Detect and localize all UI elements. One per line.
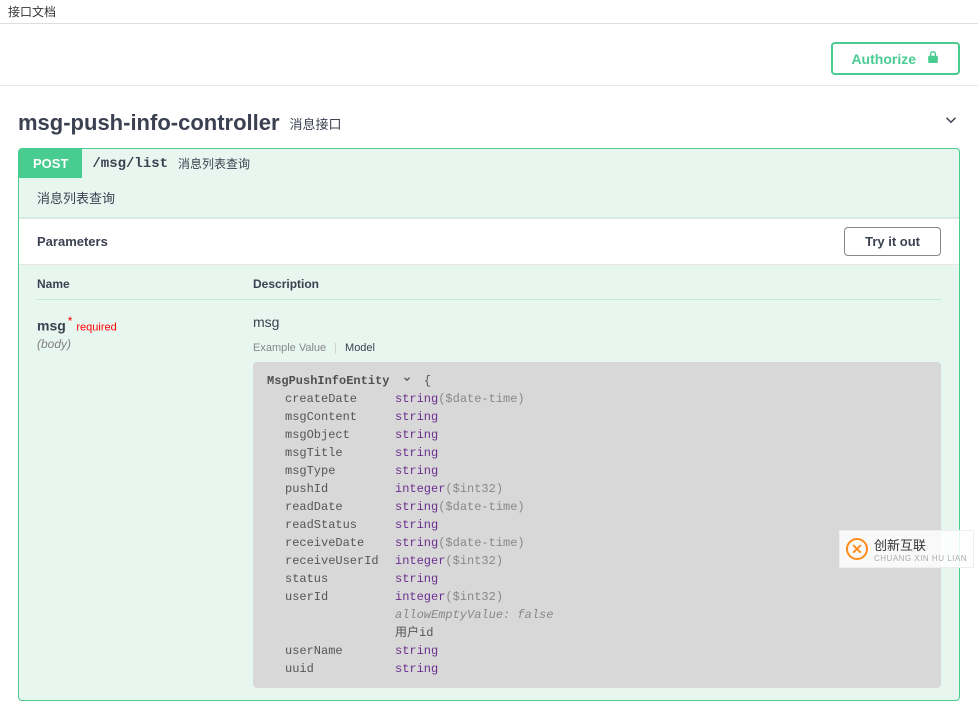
model-prop-row: readDatestring($date-time) xyxy=(267,498,927,516)
model-prop-key: userName xyxy=(285,642,395,660)
model-prop-row: userIdinteger($int32) xyxy=(267,588,927,606)
model-prop-type: string xyxy=(395,570,438,588)
model-prop-row: pushIdinteger($int32) xyxy=(267,480,927,498)
model-prop-type: integer xyxy=(395,552,445,570)
param-desc-text: msg xyxy=(253,314,941,330)
watermark-text: 创新互联 xyxy=(874,535,967,554)
authorize-label: Authorize xyxy=(851,51,916,67)
model-prop-type: string xyxy=(395,462,438,480)
open-brace: { xyxy=(424,374,431,388)
model-prop-type: string xyxy=(395,390,438,408)
model-prop-format: ($date-time) xyxy=(438,534,524,552)
param-header-row: Name Description xyxy=(37,277,941,300)
watermark-text-wrap: 创新互联 CHUANG XIN HU LIAN xyxy=(874,535,967,563)
operation-description: 消息列表查询 xyxy=(19,178,959,218)
model-prop-row: statusstring xyxy=(267,570,927,588)
model-prop-row: msgTitlestring xyxy=(267,444,927,462)
model-prop-key: userId xyxy=(285,588,395,606)
model-prop-format: ($date-time) xyxy=(438,498,524,516)
model-prop-type: string xyxy=(395,660,438,678)
model-box: MsgPushInfoEntity { createDatestring($da… xyxy=(253,362,941,688)
model-prop-key: receiveDate xyxy=(285,534,395,552)
model-prop-key: createDate xyxy=(285,390,395,408)
model-prop-row: uuidstring xyxy=(267,660,927,678)
model-prop-key: msgContent xyxy=(285,408,395,426)
model-prop-type: string xyxy=(395,498,438,516)
model-prop-row: msgContentstring xyxy=(267,408,927,426)
model-title: MsgPushInfoEntity xyxy=(267,374,389,388)
col-desc-header: Description xyxy=(253,277,941,291)
param-name: msg xyxy=(37,318,66,334)
tag-desc: 消息接口 xyxy=(290,114,342,133)
model-prop-key: msgType xyxy=(285,462,395,480)
tab-example-value[interactable]: Example Value xyxy=(253,342,326,354)
chevron-down-icon xyxy=(942,111,960,135)
model-toggle-icon[interactable] xyxy=(402,372,412,390)
model-prop-row: receiveUserIdinteger($int32) xyxy=(267,552,927,570)
model-prop-type: string xyxy=(395,642,438,660)
model-prop-key: msgTitle xyxy=(285,444,395,462)
model-prop-extra: allowEmptyValue: false xyxy=(267,606,927,624)
watermark: ✕ 创新互联 CHUANG XIN HU LIAN xyxy=(839,530,974,568)
tab-model[interactable]: Model xyxy=(345,342,375,354)
model-prop-type: string xyxy=(395,534,438,552)
watermark-logo-icon: ✕ xyxy=(846,538,868,560)
tab-separator: | xyxy=(334,342,337,354)
authorize-button[interactable]: Authorize xyxy=(831,42,960,75)
method-badge: POST xyxy=(19,149,82,178)
model-props: createDatestring($date-time)msgContentst… xyxy=(267,390,927,678)
model-prop-key: readDate xyxy=(285,498,395,516)
watermark-sub: CHUANG XIN HU LIAN xyxy=(874,554,967,563)
model-prop-type: string xyxy=(395,444,438,462)
model-prop-format: ($int32) xyxy=(445,480,503,498)
model-prop-type: integer xyxy=(395,480,445,498)
model-prop-key: status xyxy=(285,570,395,588)
model-prop-format: ($date-time) xyxy=(438,390,524,408)
parameters-title: Parameters xyxy=(37,234,108,249)
model-prop-row: userNamestring xyxy=(267,642,927,660)
operation-summary-text: 消息列表查询 xyxy=(178,155,250,172)
model-prop-desc: 用户id xyxy=(267,624,927,642)
operation-summary[interactable]: POST /msg/list 消息列表查询 xyxy=(19,149,959,178)
try-it-out-button[interactable]: Try it out xyxy=(844,227,941,256)
schema-tabs: Example Value | Model xyxy=(253,342,941,354)
doc-link[interactable]: 接口文档 xyxy=(8,5,56,19)
operations-list: POST /msg/list 消息列表查询 消息列表查询 Parameters … xyxy=(0,148,978,701)
model-prop-type: string xyxy=(395,426,438,444)
model-prop-key: receiveUserId xyxy=(285,552,395,570)
model-prop-row: receiveDatestring($date-time) xyxy=(267,534,927,552)
param-desc-cell: msg Example Value | Model MsgPushInfoEnt… xyxy=(253,314,941,688)
model-prop-type: string xyxy=(395,516,438,534)
operation-block: POST /msg/list 消息列表查询 消息列表查询 Parameters … xyxy=(18,148,960,701)
required-star: * xyxy=(68,314,73,328)
toolbar: Authorize xyxy=(0,24,978,86)
param-row: msg* required (body) msg Example Value |… xyxy=(37,314,941,688)
model-prop-key: uuid xyxy=(285,660,395,678)
param-in: (body) xyxy=(37,337,253,351)
model-prop-row: msgTypestring xyxy=(267,462,927,480)
model-prop-type: string xyxy=(395,408,438,426)
model-prop-format: ($int32) xyxy=(445,588,503,606)
lock-icon xyxy=(926,50,940,67)
model-prop-format: ($int32) xyxy=(445,552,503,570)
parameters-table: Name Description msg* required (body) ms… xyxy=(19,265,959,700)
model-prop-row: readStatusstring xyxy=(267,516,927,534)
model-prop-key: pushId xyxy=(285,480,395,498)
model-prop-type: integer xyxy=(395,588,445,606)
model-prop-row: msgObjectstring xyxy=(267,426,927,444)
model-title-row: MsgPushInfoEntity { xyxy=(267,372,927,390)
tag-header[interactable]: msg-push-info-controller 消息接口 xyxy=(0,102,978,148)
content: msg-push-info-controller 消息接口 POST /msg/… xyxy=(0,86,978,701)
model-prop-row: createDatestring($date-time) xyxy=(267,390,927,408)
param-name-cell: msg* required (body) xyxy=(37,314,253,688)
operation-path: /msg/list xyxy=(82,156,178,172)
model-prop-key: msgObject xyxy=(285,426,395,444)
tag-name: msg-push-info-controller xyxy=(18,110,280,136)
top-bar: 接口文档 xyxy=(0,0,978,24)
model-prop-key: readStatus xyxy=(285,516,395,534)
parameters-bar: Parameters Try it out xyxy=(19,218,959,265)
col-name-header: Name xyxy=(37,277,253,291)
required-text: required xyxy=(76,322,116,334)
